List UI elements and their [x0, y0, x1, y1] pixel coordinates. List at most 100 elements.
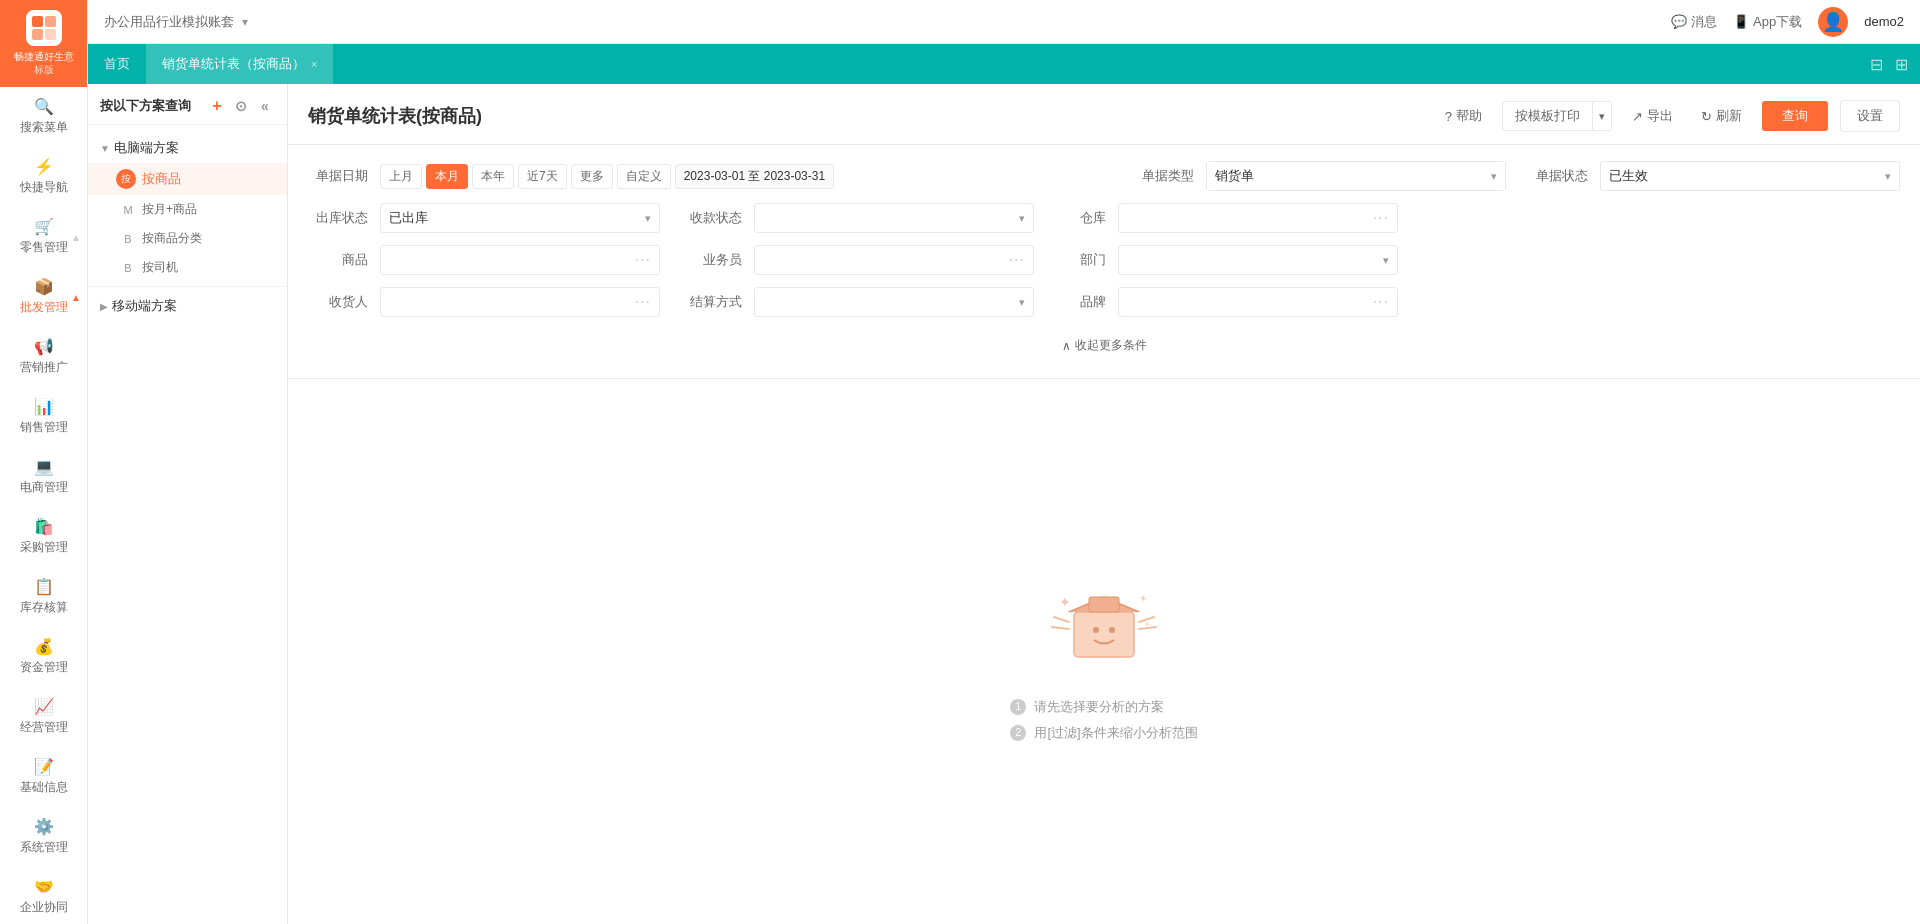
query-button[interactable]: 查询: [1762, 101, 1828, 131]
tab-maximize-icon[interactable]: ⊞: [1891, 51, 1912, 78]
settlement-select[interactable]: ▾: [754, 287, 1034, 317]
page-layout: 按以下方案查询 + ⊙ « ▼ 电脑端方案 按 按商品: [88, 84, 1920, 924]
tree-parent-mobile[interactable]: ▶ 移动端方案: [88, 291, 287, 321]
payment-label: 收款状态: [672, 209, 742, 227]
collapse-btn[interactable]: ∧ 收起更多条件: [1054, 329, 1155, 362]
svg-rect-4: [1074, 612, 1134, 657]
date-btn-this-month[interactable]: 本月: [426, 164, 468, 189]
sidebar-item-base-info[interactable]: 📝 基础信息: [0, 747, 87, 807]
help-btn[interactable]: ? 帮助: [1437, 103, 1490, 129]
storage-dots-icon: ···: [1373, 209, 1389, 227]
tip2-text: 用[过滤]条件来缩小分析范围: [1034, 724, 1197, 742]
sidebar-item-retail[interactable]: 🛒 零售管理 ▲: [0, 207, 87, 267]
storage-select[interactable]: ···: [1118, 203, 1398, 233]
settings-button[interactable]: 设置: [1840, 100, 1900, 132]
left-panel-collapse-btn[interactable]: «: [255, 96, 275, 116]
warehouse-select[interactable]: 已出库 ▾: [380, 203, 660, 233]
empty-illustration: ✦ ✦ ✦: [1044, 562, 1164, 682]
goods-category-label: 按商品分类: [142, 230, 202, 247]
dept-select[interactable]: ▾: [1118, 245, 1398, 275]
sidebar-item-system[interactable]: ⚙️ 系统管理: [0, 807, 87, 867]
date-btn-7days[interactable]: 近7天: [518, 164, 567, 189]
svg-text:✦: ✦: [1139, 593, 1147, 604]
sidebar-item-inventory[interactable]: 📋 库存核算: [0, 567, 87, 627]
page-header-actions: ? 帮助 按模板打印 ▾ ↗ 导出 ↻ 刷新: [1437, 100, 1900, 132]
message-label: 消息: [1691, 13, 1717, 31]
avatar-img: 👤: [1822, 11, 1844, 33]
payment-select[interactable]: ▾: [754, 203, 1034, 233]
doc-status-select[interactable]: 已生效 ▾: [1600, 161, 1900, 191]
filter-row-1: 单据日期 上月 本月 本年 近7天 更多 自定义 2023-03-01 至 20…: [308, 161, 1900, 191]
tree-child-goods-category[interactable]: B 按商品分类: [88, 224, 287, 253]
tab-home[interactable]: 首页: [88, 44, 146, 84]
sidebar-item-wholesale[interactable]: 📦 批发管理 ▲: [0, 267, 87, 327]
refresh-btn[interactable]: ↻ 刷新: [1693, 103, 1750, 129]
sidebar-item-label: 库存核算: [20, 599, 68, 616]
date-label: 单据日期: [308, 167, 368, 185]
app-logo[interactable]: 畅捷通好生意 标版: [0, 0, 88, 87]
industry-dropdown-icon[interactable]: ▾: [242, 15, 248, 29]
page-header: 销货单统计表(按商品) ? 帮助 按模板打印 ▾ ↗ 导出: [288, 84, 1920, 145]
template-print-main[interactable]: 按模板打印: [1502, 101, 1592, 131]
sidebar-item-marketing[interactable]: 📢 营销推广: [0, 327, 87, 387]
svg-rect-3: [45, 29, 56, 40]
ecommerce-icon: 💻: [34, 457, 54, 476]
sidebar-item-quick-nav[interactable]: ⚡ 快捷导航: [0, 147, 87, 207]
content-area: ✦ ✦ ✦ 1 请先选择要分析的方案: [288, 379, 1920, 924]
sidebar-item-enterprise[interactable]: 🤝 企业协同: [0, 867, 87, 924]
tab-minimize-icon[interactable]: ⊟: [1866, 51, 1887, 78]
tab-close-icon[interactable]: ×: [311, 58, 317, 70]
date-btn-custom[interactable]: 自定义: [617, 164, 671, 189]
sidebar-item-label: 营销推广: [20, 359, 68, 376]
quick-nav-icon: ⚡: [34, 157, 54, 176]
date-btn-last-month[interactable]: 上月: [380, 164, 422, 189]
template-print-arrow[interactable]: ▾: [1592, 101, 1612, 131]
app-download-btn[interactable]: 📱 App下载: [1733, 13, 1802, 31]
svg-point-7: [1109, 627, 1115, 633]
staff-select[interactable]: ···: [754, 245, 1034, 275]
sidebar-item-ecommerce[interactable]: 💻 电商管理: [0, 447, 87, 507]
warehouse-label: 出库状态: [308, 209, 368, 227]
left-panel-title: 按以下方案查询: [100, 97, 191, 115]
user-avatar[interactable]: 👤: [1818, 7, 1848, 37]
sidebar-item-finance[interactable]: 💰 资金管理: [0, 627, 87, 687]
sidebar-item-operations[interactable]: 📈 经营管理: [0, 687, 87, 747]
tree-child-month-goods[interactable]: M 按月+商品: [88, 195, 287, 224]
tree-parent-pc[interactable]: ▼ 电脑端方案: [88, 133, 287, 163]
tab-active[interactable]: 销货单统计表（按商品） ×: [146, 44, 333, 84]
tree-parent-mobile-label: 移动端方案: [112, 297, 177, 315]
date-btn-this-year[interactable]: 本年: [472, 164, 514, 189]
date-value: 上月 本月 本年 近7天 更多 自定义 2023-03-01 至 2023-03…: [380, 164, 1112, 189]
template-print-btn[interactable]: 按模板打印 ▾: [1502, 101, 1612, 131]
doc-type-select[interactable]: 销货单 ▾: [1206, 161, 1506, 191]
by-goods-icon: 按: [116, 169, 136, 189]
collapse-up-icon: ∧: [1062, 339, 1071, 353]
receiver-select[interactable]: ···: [380, 287, 660, 317]
sidebar-item-search-menu[interactable]: 🔍 搜索菜单: [0, 87, 87, 147]
tree-child-by-machine[interactable]: B 按司机: [88, 253, 287, 282]
system-icon: ⚙️: [34, 817, 54, 836]
username[interactable]: demo2: [1864, 14, 1904, 29]
brand-select[interactable]: ···: [1118, 287, 1398, 317]
doc-status-arrow-icon: ▾: [1885, 170, 1891, 183]
date-btn-more[interactable]: 更多: [571, 164, 613, 189]
left-panel-edit-btn[interactable]: ⊙: [231, 96, 251, 116]
export-btn[interactable]: ↗ 导出: [1624, 103, 1681, 129]
page-header-top: 销货单统计表(按商品) ? 帮助 按模板打印 ▾ ↗ 导出: [308, 100, 1900, 132]
message-btn[interactable]: 💬 消息: [1671, 13, 1717, 31]
goods-dots-icon: ···: [635, 251, 651, 269]
sidebar-item-label: 快捷导航: [20, 179, 68, 196]
tree-child-by-goods[interactable]: 按 按商品: [88, 163, 287, 195]
date-range[interactable]: 2023-03-01 至 2023-03-31: [675, 164, 834, 189]
left-panel-header-actions: + ⊙ «: [207, 96, 275, 116]
app-download-label: App下载: [1753, 13, 1802, 31]
tip1-num: 1: [1010, 699, 1026, 715]
purchase-icon: 🛍️: [34, 517, 54, 536]
svg-line-14: [1139, 627, 1156, 629]
sidebar-item-purchase[interactable]: 🛍️ 采购管理: [0, 507, 87, 567]
sidebar-item-sales[interactable]: 📊 销售管理: [0, 387, 87, 447]
storage-label: 仓库: [1046, 209, 1106, 227]
left-panel-add-btn[interactable]: +: [207, 96, 227, 116]
goods-select[interactable]: ···: [380, 245, 660, 275]
receiver-dots-icon: ···: [635, 293, 651, 311]
